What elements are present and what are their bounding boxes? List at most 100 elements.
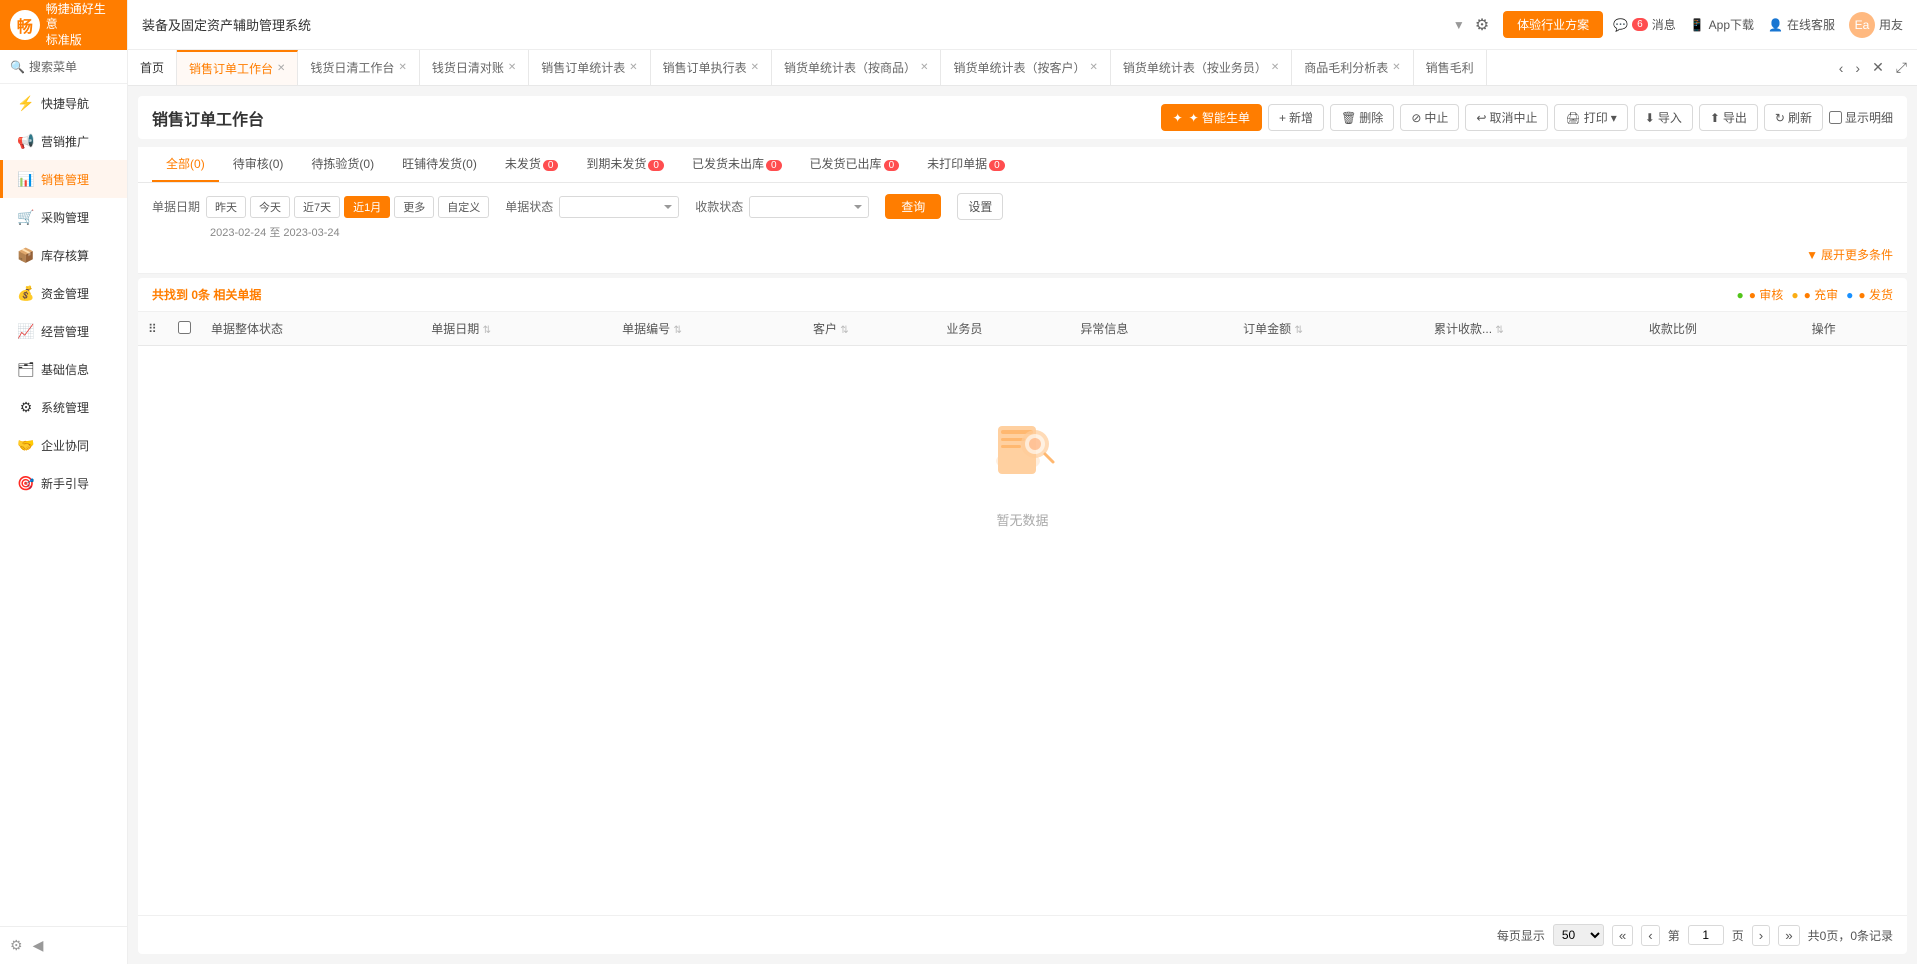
date-more-btn[interactable]: 更多 [394, 196, 434, 218]
expand-icon: ▼ [1806, 248, 1818, 262]
show-detail-input[interactable] [1829, 111, 1842, 124]
tab-cash-reconcile[interactable]: 钱货日清对账 ✕ [420, 50, 529, 86]
date-custom-btn[interactable]: 自定义 [438, 196, 489, 218]
smart-create-btn[interactable]: ✦ ✦ 智能生单 [1161, 104, 1262, 131]
tab-close-icon[interactable]: ✕ [920, 62, 928, 73]
cancel-review-action-btn[interactable]: ● ● 充审 [1791, 286, 1838, 303]
ship-action-btn[interactable]: ● ● 发货 [1846, 286, 1893, 303]
number-sort-icon[interactable]: ⇅ [673, 325, 681, 336]
prev-page-btn[interactable]: ‹ [1641, 925, 1659, 946]
sub-tab-shipped-not-out[interactable]: 已发货未出库0 [678, 147, 796, 182]
user-avatar: Ea [1849, 12, 1875, 38]
next-page-btn[interactable]: › [1752, 925, 1770, 946]
tab-sales-summary-customer[interactable]: 销货单统计表（按客户） ✕ [941, 50, 1110, 86]
date-today-btn[interactable]: 今天 [250, 196, 290, 218]
tab-close-icon[interactable]: ✕ [751, 62, 759, 73]
sub-tab-pending-inspect[interactable]: 待拣验货(0) [297, 147, 388, 182]
tab-product-profit[interactable]: 商品毛利分析表 ✕ [1292, 50, 1413, 86]
print-btn[interactable]: 🖨 打印 ▾ [1554, 104, 1627, 131]
import-btn[interactable]: ⬇ 导入 [1634, 104, 1693, 131]
tab-scroll-right-btn[interactable]: › [1851, 58, 1864, 78]
col-date[interactable]: 单据日期 ⇅ [421, 312, 612, 346]
tab-close-current-btn[interactable]: ✕ [1868, 57, 1888, 78]
sidebar-settings-btn[interactable]: ⚙ [10, 937, 23, 954]
filter-settings-btn[interactable]: 设置 [957, 193, 1003, 220]
payment-select[interactable] [749, 196, 869, 218]
add-btn[interactable]: + 新增 [1268, 104, 1324, 131]
show-detail-checkbox[interactable]: 显示明细 [1829, 109, 1893, 126]
tab-sales-summary-product[interactable]: 销货单统计表（按商品） ✕ [772, 50, 941, 86]
topbar-settings-icon[interactable]: ⚙ [1475, 15, 1489, 35]
sidebar-item-finance[interactable]: 💰 资金管理 [0, 274, 127, 312]
col-amount[interactable]: 订单金额 ⇅ [1233, 312, 1424, 346]
online-service-btn[interactable]: 👤 在线客服 [1768, 16, 1835, 33]
stop-btn[interactable]: ⊘ 中止 [1400, 104, 1459, 131]
sub-tab-overdue[interactable]: 到期未发货0 [572, 147, 678, 182]
select-all-checkbox[interactable] [178, 321, 191, 334]
industry-solution-btn[interactable]: 体验行业方案 [1503, 11, 1603, 38]
tab-close-icon[interactable]: ✕ [508, 62, 516, 73]
sub-tab-not-shipped[interactable]: 未发货0 [491, 147, 573, 182]
tab-close-icon[interactable]: ✕ [1271, 62, 1279, 73]
sidebar-item-marketing[interactable]: 📢 营销推广 [0, 122, 127, 160]
sidebar-item-enterprise[interactable]: 🤝 企业协同 [0, 426, 127, 464]
tab-close-icon[interactable]: ✕ [629, 62, 637, 73]
tab-maximize-btn[interactable]: ⤢ [1892, 57, 1911, 78]
topbar-arrow-icon[interactable]: ▼ [1453, 18, 1465, 32]
refresh-btn[interactable]: ↻ 刷新 [1764, 104, 1823, 131]
tab-scroll-left-btn[interactable]: ‹ [1835, 58, 1848, 78]
col-received[interactable]: 累计收款... ⇅ [1424, 312, 1639, 346]
col-customer[interactable]: 客户 ⇅ [803, 312, 936, 346]
sidebar-collapse-btn[interactable]: ◀ [33, 937, 44, 954]
sidebar-item-quick-nav[interactable]: ⚡ 快捷导航 [0, 84, 127, 122]
expand-filter-btn[interactable]: ▼ 展开更多条件 [1806, 246, 1893, 263]
date-sort-icon[interactable]: ⇅ [483, 325, 491, 336]
date-yesterday-btn[interactable]: 昨天 [206, 196, 246, 218]
delete-btn[interactable]: 🗑 删除 [1330, 104, 1394, 131]
tab-sales-profit[interactable]: 销售毛利 [1414, 50, 1487, 86]
tab-sales-summary-staff[interactable]: 销货单统计表（按业务员） ✕ [1111, 50, 1292, 86]
sidebar-item-system[interactable]: ⚙ 系统管理 [0, 388, 127, 426]
tab-sales-workbench[interactable]: 销售订单工作台 ✕ [177, 50, 298, 86]
date-7days-btn[interactable]: 近7天 [294, 196, 340, 218]
tab-home[interactable]: 首页 [128, 50, 177, 86]
sidebar-item-inventory[interactable]: 📦 库存核算 [0, 236, 127, 274]
sub-tab-not-printed[interactable]: 未打印单据0 [913, 147, 1019, 182]
received-sort-icon[interactable]: ⇅ [1495, 325, 1503, 336]
first-page-btn[interactable]: « [1612, 925, 1633, 946]
export-btn[interactable]: ⬆ 导出 [1699, 104, 1758, 131]
sub-tab-all[interactable]: 全部(0) [152, 147, 219, 182]
sub-tab-wangpu[interactable]: 旺铺待发货(0) [388, 147, 491, 182]
sub-tab-shipped-out[interactable]: 已发货已出库0 [796, 147, 914, 182]
sidebar-item-operation[interactable]: 📈 经营管理 [0, 312, 127, 350]
tab-close-icon[interactable]: ✕ [398, 62, 406, 73]
col-check[interactable] [168, 312, 201, 346]
search-menu-btn[interactable]: 🔍 搜索菜单 [0, 50, 127, 84]
tab-cash-daily[interactable]: 钱货日清工作台 ✕ [298, 50, 419, 86]
amount-sort-icon[interactable]: ⇅ [1295, 325, 1303, 336]
message-btn[interactable]: 💬 6 消息 [1613, 16, 1676, 33]
tab-close-icon[interactable]: ✕ [1392, 62, 1400, 73]
tab-close-icon[interactable]: ✕ [1089, 62, 1097, 73]
sub-tab-pending-review[interactable]: 待审核(0) [219, 147, 298, 182]
col-number[interactable]: 单据编号 ⇅ [612, 312, 803, 346]
tab-close-icon[interactable]: ✕ [277, 63, 285, 74]
status-select[interactable] [559, 196, 679, 218]
user-menu-btn[interactable]: Ea 用友 [1849, 12, 1903, 38]
app-download-btn[interactable]: 📱 App下载 [1690, 16, 1754, 33]
sidebar-item-sales[interactable]: 📊 销售管理 [0, 160, 127, 198]
customer-sort-icon[interactable]: ⇅ [840, 325, 848, 336]
tab-sales-exec[interactable]: 销售订单执行表 ✕ [651, 50, 772, 86]
table-action-btns: ● ● 审核 ● ● 充审 ● ● 发货 [1736, 286, 1893, 303]
cancel-stop-btn[interactable]: ↩ 取消中止 [1465, 104, 1548, 131]
page-size-select[interactable]: 50 10 20 100 [1553, 924, 1604, 946]
sidebar-item-basic[interactable]: 🗂 基础信息 [0, 350, 127, 388]
sidebar-item-guide[interactable]: 🎯 新手引导 [0, 464, 127, 502]
last-page-btn[interactable]: » [1778, 925, 1799, 946]
review-action-btn[interactable]: ● ● 审核 [1736, 286, 1783, 303]
page-number-input[interactable] [1688, 925, 1724, 945]
query-btn[interactable]: 查询 [885, 194, 941, 219]
sidebar-item-purchase[interactable]: 🛒 采购管理 [0, 198, 127, 236]
date-1month-btn[interactable]: 近1月 [344, 196, 390, 218]
tab-sales-stat[interactable]: 销售订单统计表 ✕ [529, 50, 650, 86]
